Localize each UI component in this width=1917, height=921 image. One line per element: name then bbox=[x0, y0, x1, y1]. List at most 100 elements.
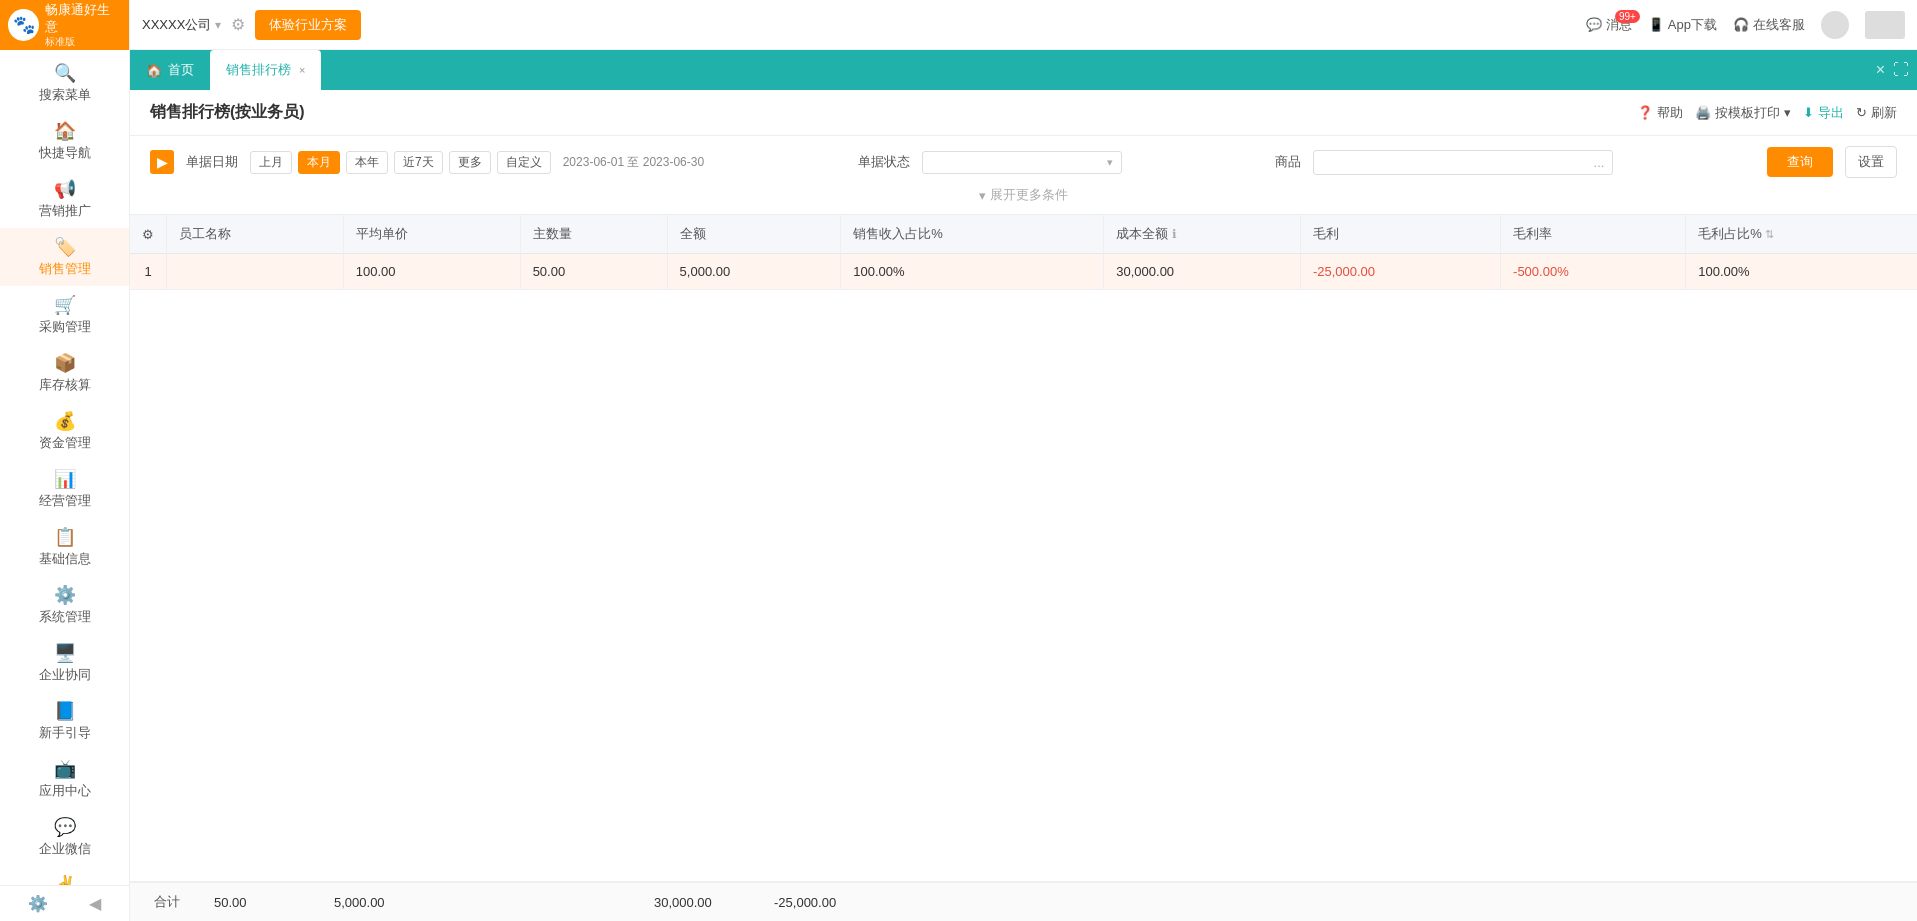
date-current-month-btn[interactable]: 本月 bbox=[298, 151, 340, 174]
sidebar-item-inventory[interactable]: 📦库存核算 bbox=[0, 344, 129, 402]
search-icon: 🔍 bbox=[54, 62, 76, 84]
date-more-btn[interactable]: 更多 bbox=[449, 151, 491, 174]
col-gross-rate: 毛利率 bbox=[1501, 215, 1686, 254]
col-settings[interactable]: ⚙ bbox=[130, 215, 167, 254]
table-row: 1100.0050.005,000.00100.00%30,000.00-25,… bbox=[130, 254, 1917, 290]
company-selector[interactable]: XXXXX公司 ▾ bbox=[142, 16, 221, 34]
date-custom-btn[interactable]: 自定义 bbox=[497, 151, 551, 174]
tab-home[interactable]: 🏠 首页 bbox=[130, 50, 210, 90]
refresh-icon: ↻ bbox=[1856, 105, 1867, 120]
data-table-container: ⚙ 员工名称 平均单价 主数量 全额 销售收入占比% 成本全额 ℹ 毛利 毛利率… bbox=[130, 215, 1917, 881]
sidebar-item-basic[interactable]: 📋 基础信息 bbox=[0, 518, 129, 576]
basic-icon: 📋 bbox=[54, 526, 76, 548]
refresh-button[interactable]: ↻ 刷新 bbox=[1856, 104, 1897, 122]
sidebar-item-label: 应用中心 bbox=[39, 782, 91, 800]
help-button[interactable]: ❓ 帮助 bbox=[1637, 104, 1683, 122]
footer-gross: -25,000.00 bbox=[762, 895, 848, 910]
sidebar-item-purchase[interactable]: 🛒采购管理 bbox=[0, 286, 129, 344]
sidebar-item-member[interactable]: ✌️畅会员 bbox=[0, 866, 129, 885]
service-button[interactable]: 🎧 在线客服 bbox=[1733, 16, 1805, 34]
enterprise-icon: 🖥️ bbox=[54, 642, 76, 664]
print-icon: 🖨️ bbox=[1695, 105, 1711, 120]
topbar: XXXXX公司 ▾ ⚙ 体验行业方案 💬 消息 99+ 📱 App下载 🎧 在线… bbox=[130, 0, 1917, 50]
export-icon: ⬇ bbox=[1803, 105, 1814, 120]
member-icon: ✌️ bbox=[54, 874, 76, 885]
topbar-right: 💬 消息 99+ 📱 App下载 🎧 在线客服 bbox=[1586, 11, 1905, 39]
quicknav-icon: 🏠 bbox=[54, 120, 76, 142]
sidebar-item-guide[interactable]: 📘 新手引导 bbox=[0, 692, 129, 750]
system-icon: ⚙️ bbox=[54, 584, 76, 606]
expand-more-button[interactable]: ▾ 展开更多条件 bbox=[979, 186, 1068, 204]
window-close-icon[interactable]: × bbox=[1876, 61, 1885, 79]
sidebar-item-wechat[interactable]: 💬企业微信 bbox=[0, 808, 129, 866]
filter-row-1: ▶ 单据日期 上月 本月 本年 近7天 更多 自定义 2023-06-01 至 … bbox=[150, 146, 1897, 178]
date-year-btn[interactable]: 本年 bbox=[346, 151, 388, 174]
sidebar-item-sales[interactable]: 🏷️ 销售管理 bbox=[0, 228, 129, 286]
page-title: 销售排行榜(按业务员) bbox=[150, 102, 305, 123]
sidebar-item-finance[interactable]: 💰资金管理 bbox=[0, 402, 129, 460]
user-name-display bbox=[1865, 11, 1905, 39]
finance-icon: 💰 bbox=[54, 410, 76, 432]
sidebar-item-label: 销售管理 bbox=[39, 260, 91, 278]
sidebar-item-system[interactable]: ⚙️系统管理 bbox=[0, 576, 129, 634]
export-button[interactable]: ⬇ 导出 bbox=[1803, 104, 1844, 122]
message-button[interactable]: 💬 消息 99+ bbox=[1586, 16, 1632, 34]
inventory-icon: 📦 bbox=[54, 352, 76, 374]
cost-info-icon[interactable]: ℹ bbox=[1172, 227, 1177, 241]
goods-filter-label: 商品 bbox=[1275, 153, 1301, 171]
page-actions: ❓ 帮助 🖨️ 按模板打印 ▾ ⬇ 导出 ↻ 刷新 bbox=[1637, 104, 1897, 122]
tabbar-right: × ⛶ bbox=[1876, 61, 1917, 79]
sales-icon: 🏷️ bbox=[54, 236, 76, 258]
sidebar-item-enterprise[interactable]: 🖥️企业协同 bbox=[0, 634, 129, 692]
settings-button[interactable]: 设置 bbox=[1845, 146, 1897, 178]
gross-pct-sort-icon[interactable]: ⇅ bbox=[1765, 228, 1774, 240]
status-chevron-icon: ▾ bbox=[1107, 156, 1113, 169]
tab-close-icon[interactable]: × bbox=[299, 64, 305, 76]
col-amount: 全额 bbox=[667, 215, 841, 254]
page-header: 销售排行榜(按业务员) ❓ 帮助 🖨️ 按模板打印 ▾ ⬇ 导出 ↻ 刷新 bbox=[130, 90, 1917, 136]
col-name: 员工名称 bbox=[167, 215, 344, 254]
home-icon: 🏠 bbox=[146, 63, 162, 78]
print-button[interactable]: 🖨️ 按模板打印 ▾ bbox=[1695, 104, 1791, 122]
guide-icon: 📘 bbox=[54, 700, 76, 722]
date-range-display: 2023-06-01 至 2023-06-30 bbox=[563, 154, 704, 171]
tab-sales-rank[interactable]: 销售排行榜 × bbox=[210, 50, 321, 90]
footer-label: 合计 bbox=[142, 893, 202, 911]
date-prev-month-btn[interactable]: 上月 bbox=[250, 151, 292, 174]
sidebar-item-quicknav[interactable]: 🏠快捷导航 bbox=[0, 112, 129, 170]
avatar[interactable] bbox=[1821, 11, 1849, 39]
sidebar-item-marketing[interactable]: 📢营销推广 bbox=[0, 170, 129, 228]
content-area: 销售排行榜(按业务员) ❓ 帮助 🖨️ 按模板打印 ▾ ⬇ 导出 ↻ 刷新 bbox=[130, 90, 1917, 921]
goods-select[interactable]: ... bbox=[1313, 150, 1613, 175]
col-sales-pct: 销售收入占比% bbox=[841, 215, 1104, 254]
filter-expand-arrow[interactable]: ▶ bbox=[150, 150, 174, 174]
date-filter-label: 单据日期 bbox=[186, 153, 238, 171]
sidebar-item-label: 新手引导 bbox=[39, 724, 91, 742]
window-expand-icon[interactable]: ⛶ bbox=[1893, 61, 1909, 79]
sidebar-item-label: 营销推广 bbox=[39, 202, 91, 220]
date-7days-btn[interactable]: 近7天 bbox=[394, 151, 443, 174]
sidebar-item-apps[interactable]: 📺 应用中心 bbox=[0, 750, 129, 808]
sidebar-logo: 🐾 畅康通好生意 标准版 bbox=[0, 0, 129, 50]
sidebar-nav: 🔍搜索菜单🏠快捷导航📢营销推广 🏷️ 销售管理 🛒采购管理📦库存核算💰资金管理📊经营管… bbox=[0, 50, 129, 885]
filter-bar: ▶ 单据日期 上月 本月 本年 近7天 更多 自定义 2023-06-01 至 … bbox=[130, 136, 1917, 215]
status-filter-label: 单据状态 bbox=[858, 153, 910, 171]
trial-button[interactable]: 体验行业方案 bbox=[255, 10, 361, 40]
sidebar-settings-icon[interactable]: ⚙️ bbox=[28, 894, 48, 913]
apps-icon: 📺 bbox=[54, 758, 76, 780]
query-button[interactable]: 查询 bbox=[1767, 147, 1833, 177]
logo-icon: 🐾 bbox=[8, 9, 39, 41]
sidebar-item-search[interactable]: 🔍搜索菜单 bbox=[0, 54, 129, 112]
status-select[interactable]: ▾ bbox=[922, 151, 1122, 174]
topbar-settings-icon[interactable]: ⚙ bbox=[231, 15, 245, 34]
sidebar-item-operation[interactable]: 📊经营管理 bbox=[0, 460, 129, 518]
logo-text: 畅康通好生意 标准版 bbox=[45, 2, 121, 49]
sidebar-item-label: 经营管理 bbox=[39, 492, 91, 510]
app-download-button[interactable]: 📱 App下载 bbox=[1648, 16, 1717, 34]
sidebar-collapse-icon[interactable]: ◀ bbox=[89, 894, 101, 913]
expand-more-row: ▾ 展开更多条件 bbox=[150, 186, 1897, 204]
print-chevron-icon: ▾ bbox=[1784, 105, 1791, 120]
sidebar-item-label: 基础信息 bbox=[39, 550, 91, 568]
sidebar: 🐾 畅康通好生意 标准版 🔍搜索菜单🏠快捷导航📢营销推广🏷️销售管理🛒采购管理📦… bbox=[0, 0, 130, 921]
sidebar-item-label: 采购管理 bbox=[39, 318, 91, 336]
